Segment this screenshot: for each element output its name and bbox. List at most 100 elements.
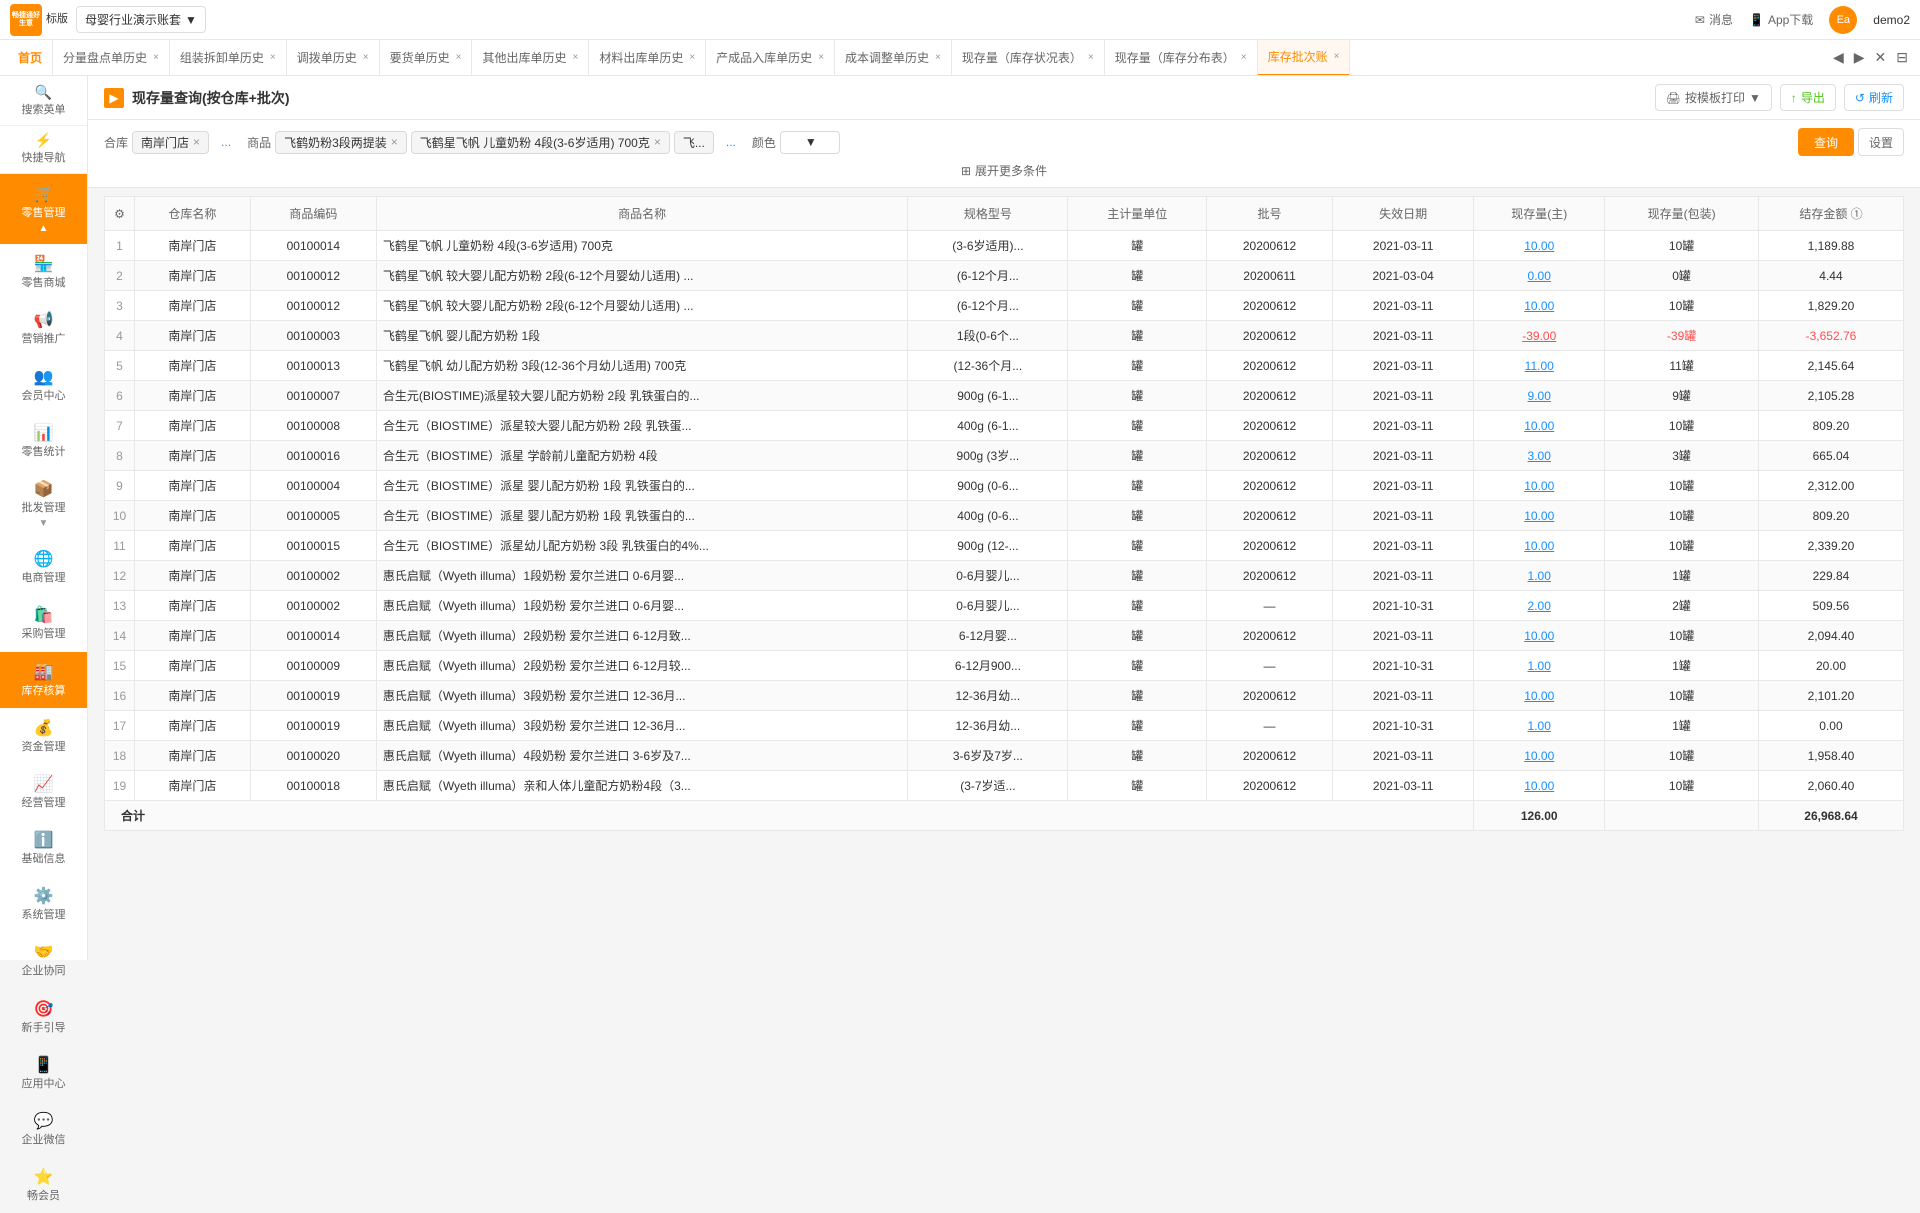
row-qty-main[interactable]: 0.00 [1474,261,1605,291]
refresh-btn[interactable]: ↺ 刷新 [1844,84,1904,111]
sidebar-item-system[interactable]: ⚙️ 系统管理 [0,876,87,932]
product-tag1[interactable]: 飞鹤奶粉3段两提装 × [275,131,407,154]
expand-more-btn[interactable]: ⊞ 展开更多条件 [961,162,1047,179]
warehouse-close-icon[interactable]: × [193,135,200,149]
row-qty-main[interactable]: 1.00 [1474,711,1605,741]
product-tag2-close-icon[interactable]: × [654,135,661,149]
row-expire: 2021-03-11 [1333,741,1474,771]
gear-icon[interactable]: ⚙ [114,207,125,221]
close-icon[interactable]: × [456,52,462,63]
tab-requisition[interactable]: 要货单历史 × [380,40,473,76]
row-batch: — [1207,651,1333,681]
tab-inventory-dist[interactable]: 现存量（库存分布表）× [1105,40,1258,76]
close-icon[interactable]: × [363,52,369,63]
tab-home[interactable]: 首页 [8,40,53,76]
top-bar-right: ✉ 消息 📱 App下载 Ea demo2 [1695,6,1910,34]
row-code: 00100020 [250,741,376,771]
close-icon[interactable]: × [1088,52,1094,63]
row-qty-main[interactable]: 1.00 [1474,561,1605,591]
print-btn[interactable]: 🖨 按模板打印 ▼ [1655,84,1772,111]
close-icon[interactable]: × [572,52,578,63]
sidebar-search[interactable]: 🔍 搜索英单 [0,76,87,126]
row-code: 00100019 [250,681,376,711]
message-btn[interactable]: ✉ 消息 [1695,11,1733,28]
tab-product-in[interactable]: 产成品入库单历史 × [706,40,835,76]
close-icon[interactable]: × [1334,51,1340,62]
row-qty-main[interactable]: 10.00 [1474,501,1605,531]
row-warehouse: 南岸门店 [135,711,251,741]
tab-cost-adjust[interactable]: 成本调整单历史 × [835,40,952,76]
warehouse-tag[interactable]: 南岸门店 × [132,131,209,154]
row-qty-main[interactable]: 10.00 [1474,291,1605,321]
close-icon[interactable]: × [818,52,824,63]
sidebar-item-retail-stats[interactable]: 📊 零售统计 [0,413,87,469]
row-spec: 1段(0-6个... [908,321,1068,351]
table-row: 4 南岸门店 00100003 飞鹤星飞帆 婴儿配方奶粉 1段 1段(0-6个.… [105,321,1904,351]
sidebar-item-basic[interactable]: ℹ️ 基础信息 [0,820,87,876]
row-expire: 2021-03-11 [1333,561,1474,591]
org-selector[interactable]: 母婴行业演示账套 ▼ [76,6,206,33]
tab-menu-btn[interactable]: ⊟ [1892,49,1912,66]
expand-arrow[interactable]: ▶ [104,88,124,108]
row-qty-main[interactable]: 10.00 [1474,771,1605,801]
row-qty-main[interactable]: 10.00 [1474,471,1605,501]
sidebar-item-retail-shop[interactable]: 🏪 零售商城 [0,244,87,300]
row-warehouse: 南岸门店 [135,771,251,801]
sidebar-item-enterprise[interactable]: 🤝 企业协同 [0,932,87,988]
row-qty-main[interactable]: 10.00 [1474,231,1605,261]
product-tag1-close-icon[interactable]: × [391,135,398,149]
sidebar-item-enterprise-wechat[interactable]: 💬 企业微信 [0,1101,87,1157]
row-unit: 罐 [1068,291,1207,321]
tab-disassembly[interactable]: 组装拆卸单历史 × [170,40,287,76]
tab-next-btn[interactable]: ▶ [1850,49,1869,66]
row-qty-main[interactable]: -39.00 [1474,321,1605,351]
color-select[interactable]: ▼ [780,131,840,154]
close-icon[interactable]: × [1241,52,1247,63]
product-tag2[interactable]: 飞鹤星飞帆 儿童奶粉 4段(3-6岁适用) 700克 × [411,131,670,154]
sidebar-item-purchase[interactable]: 🛍️ 采购管理 [0,595,87,651]
row-qty-main[interactable]: 11.00 [1474,351,1605,381]
tab-material-out[interactable]: 材料出库单历史 × [589,40,706,76]
sidebar-item-ecommerce[interactable]: 🌐 电商管理 [0,539,87,595]
user-avatar[interactable]: Ea [1829,6,1857,34]
close-icon[interactable]: × [689,52,695,63]
row-qty-main[interactable]: 1.00 [1474,651,1605,681]
tab-batch-account[interactable]: 库存批次账 × [1258,40,1351,76]
tab-other-out[interactable]: 其他出库单历史 × [472,40,589,76]
sidebar-item-marketing[interactable]: 📢 营销推广 [0,300,87,356]
row-qty-main[interactable]: 10.00 [1474,411,1605,441]
table-row: 19 南岸门店 00100018 惠氏启赋（Wyeth illuma）亲和人体儿… [105,771,1904,801]
query-btn[interactable]: 查询 [1798,128,1854,156]
sidebar-item-member2[interactable]: ⭐ 畅会员 [0,1157,87,1213]
row-qty-main[interactable]: 10.00 [1474,531,1605,561]
row-qty-main[interactable]: 10.00 [1474,681,1605,711]
row-qty-main[interactable]: 3.00 [1474,441,1605,471]
tab-prev-btn[interactable]: ◀ [1829,49,1848,66]
tab-split-inventory[interactable]: 分量盘点单历史 × [53,40,170,76]
export-btn[interactable]: ↑ 导出 [1780,84,1836,111]
row-qty-main[interactable]: 2.00 [1474,591,1605,621]
warehouse-more[interactable]: ... [213,133,239,151]
product-tag3[interactable]: 飞... [674,131,714,154]
sidebar-item-member[interactable]: 👥 会员中心 [0,357,87,413]
tab-stir[interactable]: 调拨单历史 × [287,40,380,76]
close-icon[interactable]: × [935,52,941,63]
close-icon[interactable]: × [153,52,159,63]
product-more[interactable]: ... [718,133,744,151]
row-qty-main[interactable]: 10.00 [1474,621,1605,651]
sidebar-item-wholesale[interactable]: 📦 批发管理 ▼ [0,469,87,539]
sidebar-item-operations[interactable]: 📈 经营管理 [0,764,87,820]
sidebar-item-app-center[interactable]: 📱 应用中心 [0,1045,87,1101]
row-qty-main[interactable]: 10.00 [1474,741,1605,771]
setting-btn[interactable]: 设置 [1858,128,1904,156]
sidebar-quick-nav[interactable]: ⚡ 快捷导航 [0,126,87,174]
sidebar-item-inventory[interactable]: 🏭 库存核算 [0,652,87,708]
close-icon[interactable]: × [270,52,276,63]
row-qty-main[interactable]: 9.00 [1474,381,1605,411]
tab-inventory-status[interactable]: 现存量（库存状况表）× [952,40,1105,76]
sidebar-item-retail[interactable]: 🛒 零售管理 ▲ [0,174,87,244]
sidebar-item-guide[interactable]: 🎯 新手引导 [0,989,87,1045]
app-download-btn[interactable]: 📱 App下载 [1749,11,1813,28]
tab-close-all-btn[interactable]: ✕ [1871,49,1891,66]
sidebar-item-finance[interactable]: 💰 资金管理 [0,708,87,764]
